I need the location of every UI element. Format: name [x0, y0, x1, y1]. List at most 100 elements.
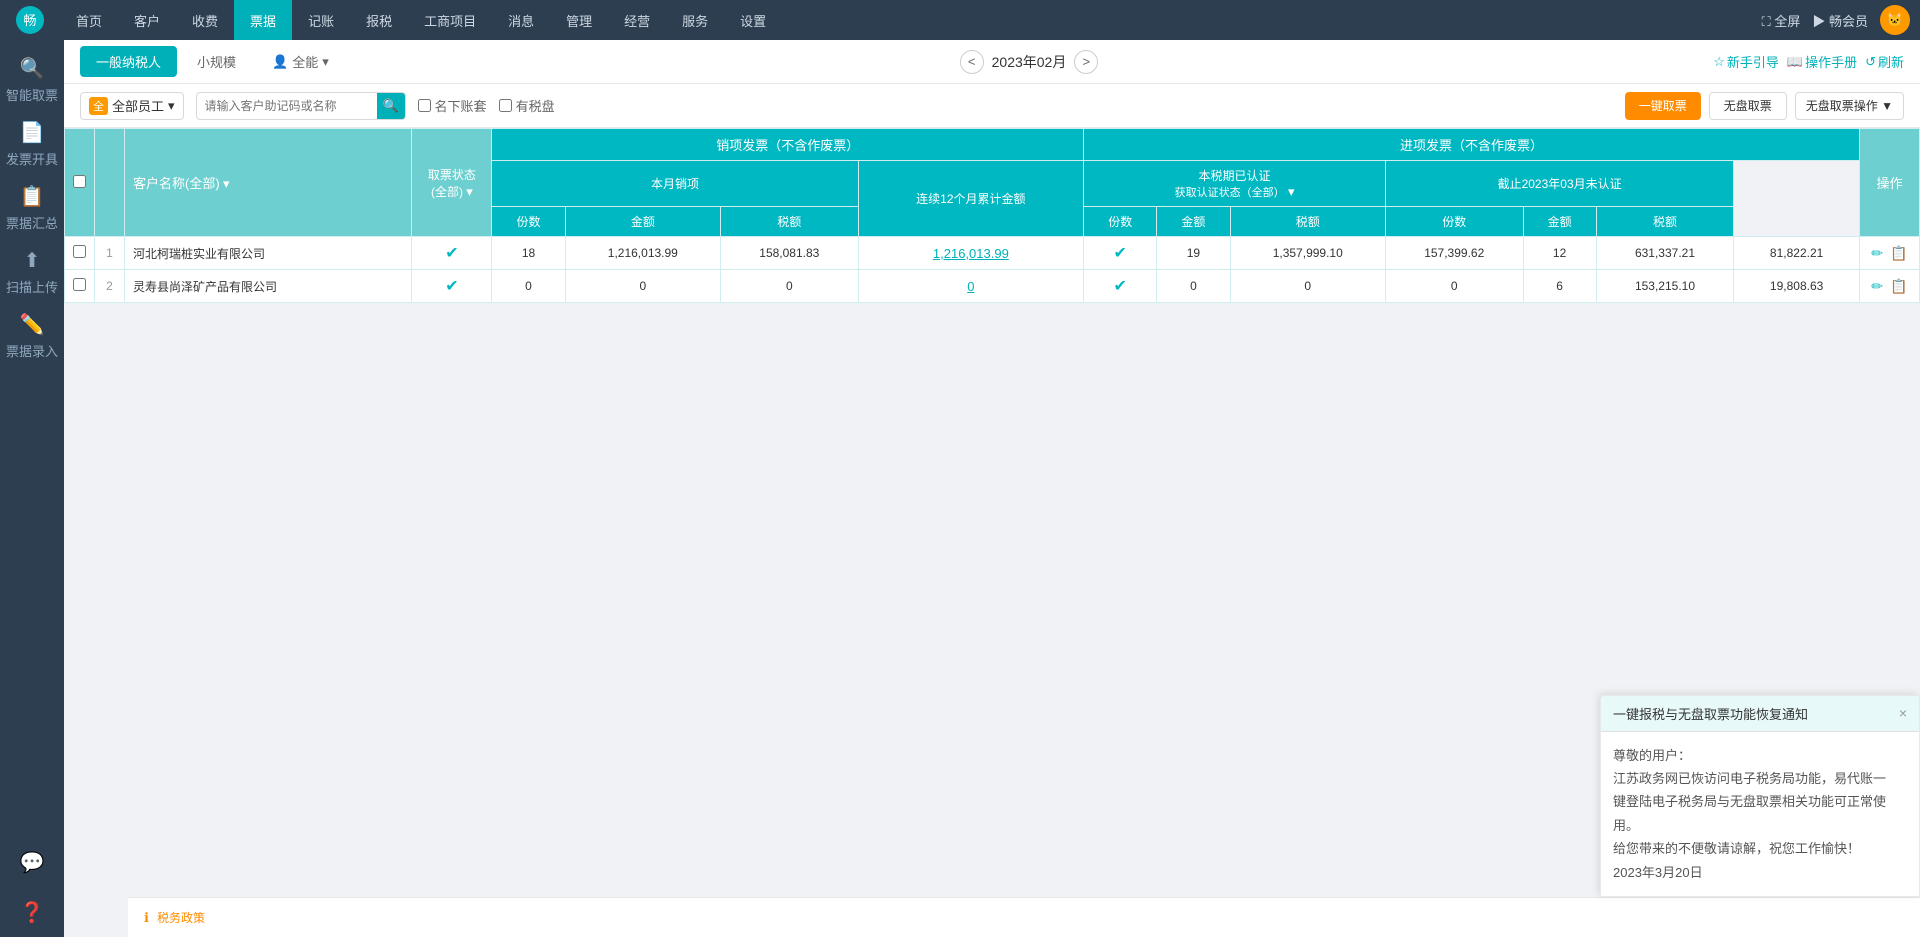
th-purchase-group: 进项发票（不含作废票）: [1084, 129, 1860, 161]
row-s-tax-0: 158,081.83: [721, 237, 859, 270]
detail-icon-1[interactable]: 📋: [1890, 278, 1907, 294]
chevron-down-icon: ▾: [168, 98, 175, 114]
th-customer-name: 客户名称(全部) ▾: [125, 129, 412, 237]
th-s-amount: 金额: [565, 207, 720, 237]
row-pu-tax-1: 19,808.63: [1734, 270, 1860, 303]
row-pc-qty-0: 19: [1157, 237, 1230, 270]
check-taxdisk-input[interactable]: [499, 99, 512, 112]
app-logo: 畅: [10, 0, 50, 40]
row-s-qty-1: 0: [492, 270, 565, 303]
nav-bookkeeping[interactable]: 记账: [292, 0, 350, 40]
nav-service[interactable]: 服务: [666, 0, 724, 40]
sidebar-item-feedback[interactable]: 💬: [0, 837, 64, 887]
filter-icon-cert[interactable]: ▾: [1288, 184, 1295, 199]
tab-all[interactable]: 👤 全能 ▾: [256, 46, 345, 77]
nav-customer[interactable]: 客户: [118, 0, 176, 40]
row-name-0: 河北柯瑞桩实业有限公司: [125, 237, 412, 270]
nav-items: 首页 客户 收费 票据 记账 报税 工商项目 消息 管理 经营 服务 设置: [60, 0, 1762, 40]
feedback-icon: 💬: [20, 850, 45, 875]
th-pu-tax: 税额: [1596, 207, 1734, 237]
avatar[interactable]: 🐱: [1880, 5, 1910, 35]
tax-policy-link[interactable]: 税务政策: [157, 909, 205, 926]
check-myaccount[interactable]: 名下账套: [418, 96, 487, 115]
sidebar-item-help[interactable]: ❓: [0, 887, 64, 937]
refresh-btn[interactable]: ↺ 刷新: [1865, 52, 1904, 71]
filter-buttons: 一键取票 无盘取票 无盘取票操作 ▼: [1625, 92, 1904, 120]
row-checkbox-cell: [65, 237, 95, 270]
th-sales-month: 本月销项: [492, 161, 858, 207]
edit-icon-0[interactable]: ✏: [1871, 245, 1883, 261]
tab-small-scale[interactable]: 小规模: [181, 46, 252, 77]
row-s-amount-0: 1,216,013.99: [565, 237, 720, 270]
smart-get-icon: 🔍: [20, 56, 45, 81]
notif-title: 一键报税与无盘取票功能恢复通知: [1613, 704, 1808, 723]
sidebar-item-invoice-open[interactable]: 📄 发票开具: [0, 112, 64, 176]
nav-fee[interactable]: 收费: [176, 0, 234, 40]
row-checkbox-1[interactable]: [73, 278, 86, 291]
period-next-btn[interactable]: >: [1074, 50, 1098, 74]
nav-tax[interactable]: 报税: [350, 0, 408, 40]
sidebar-item-smart-get[interactable]: 🔍 智能取票: [0, 48, 64, 112]
no-disk-get-btn[interactable]: 无盘取票: [1709, 92, 1787, 120]
row-checkbox-0[interactable]: [73, 245, 86, 258]
row-pc-status-0: ✔: [1084, 237, 1157, 270]
th-purchase-certified: 本税期已认证 获取认证状态（全部） ▾: [1084, 161, 1386, 207]
row-pu-amount-1: 153,215.10: [1596, 270, 1734, 303]
sidebar-item-invoice-entry[interactable]: ✏️ 票据录入: [0, 304, 64, 368]
tab-general-taxpayer[interactable]: 一般纳税人: [80, 46, 177, 77]
th-pu-amount: 金额: [1523, 207, 1596, 237]
detail-icon-0[interactable]: 📋: [1890, 245, 1907, 261]
row-actions-1: ✏ 📋: [1860, 270, 1920, 303]
nav-bizproject[interactable]: 工商项目: [408, 0, 492, 40]
row-index-0: 1: [95, 237, 125, 270]
row-pc-tax-1: 0: [1385, 270, 1523, 303]
chevron-down-icon: ▾: [322, 54, 329, 70]
nav-operation[interactable]: 经营: [608, 0, 666, 40]
notif-line: 2023年3月20日: [1613, 861, 1907, 884]
member-btn[interactable]: ▶ 畅会员: [1812, 11, 1868, 30]
search-button[interactable]: 🔍: [377, 92, 405, 120]
one-click-get-btn[interactable]: 一键取票: [1625, 92, 1701, 120]
row-name-1: 灵寿县尚泽矿产品有限公司: [125, 270, 412, 303]
nav-manage[interactable]: 管理: [550, 0, 608, 40]
sidebar-item-scan-upload[interactable]: ⬆ 扫描上传: [0, 240, 64, 304]
row-actions-0: ✏ 📋: [1860, 237, 1920, 270]
nav-settings[interactable]: 设置: [724, 0, 782, 40]
no-disk-ops-btn[interactable]: 无盘取票操作 ▼: [1795, 92, 1904, 120]
bottom-bar: ℹ 税务政策: [128, 897, 1920, 937]
row-status-1: ✔: [412, 270, 492, 303]
nav-message[interactable]: 消息: [492, 0, 550, 40]
notif-close-btn[interactable]: ×: [1899, 705, 1907, 721]
row-s12m-0: 1,216,013.99: [858, 237, 1084, 270]
invoice-table: 客户名称(全部) ▾ 取票状态(全部) ▾ 销项发票（不含作废票） 进项发票（不…: [64, 128, 1920, 303]
filter-icon[interactable]: ▾: [223, 176, 230, 191]
filter-icon-status[interactable]: ▾: [466, 184, 473, 199]
manual-btn[interactable]: 📖 操作手册: [1787, 52, 1857, 71]
new-guide-btn[interactable]: ☆ 新手引导: [1713, 52, 1779, 71]
search-input[interactable]: [197, 99, 377, 113]
period-prev-btn[interactable]: <: [960, 50, 984, 74]
row-pu-qty-0: 12: [1523, 237, 1596, 270]
row-pc-tax-0: 157,399.62: [1385, 237, 1523, 270]
employee-filter[interactable]: 全 全部员工 ▾: [80, 92, 184, 120]
notif-line: 给您带来的不便敬请谅解，祝您工作愉快！: [1613, 837, 1907, 860]
select-all-checkbox[interactable]: [73, 175, 86, 188]
th-sales-group: 销项发票（不含作废票）: [492, 129, 1084, 161]
check-myaccount-input[interactable]: [418, 99, 431, 112]
notif-line: 江苏政务网已恢访问电子税务局功能，易代账一: [1613, 767, 1907, 790]
notif-line: 用。: [1613, 814, 1907, 837]
th-pc-amount: 金额: [1157, 207, 1230, 237]
fullscreen-btn[interactable]: ⛶ 全屏: [1762, 11, 1801, 30]
scan-icon: ⬆: [24, 248, 41, 273]
nav-home[interactable]: 首页: [60, 0, 118, 40]
edit-icon-1[interactable]: ✏: [1871, 278, 1883, 294]
nav-invoice[interactable]: 票据: [234, 0, 292, 40]
period-label: 2023年02月: [992, 52, 1067, 72]
notif-line: 键登陆电子税务局与无盘取票相关功能可正常使: [1613, 790, 1907, 813]
row-pu-amount-0: 631,337.21: [1596, 237, 1734, 270]
sidebar-bottom: 💬 ❓: [0, 837, 64, 937]
row-pc-amount-1: 0: [1230, 270, 1385, 303]
check-taxdisk[interactable]: 有税盘: [499, 96, 555, 115]
entry-icon: ✏️: [20, 312, 45, 337]
sidebar-item-invoice-summary[interactable]: 📋 票据汇总: [0, 176, 64, 240]
